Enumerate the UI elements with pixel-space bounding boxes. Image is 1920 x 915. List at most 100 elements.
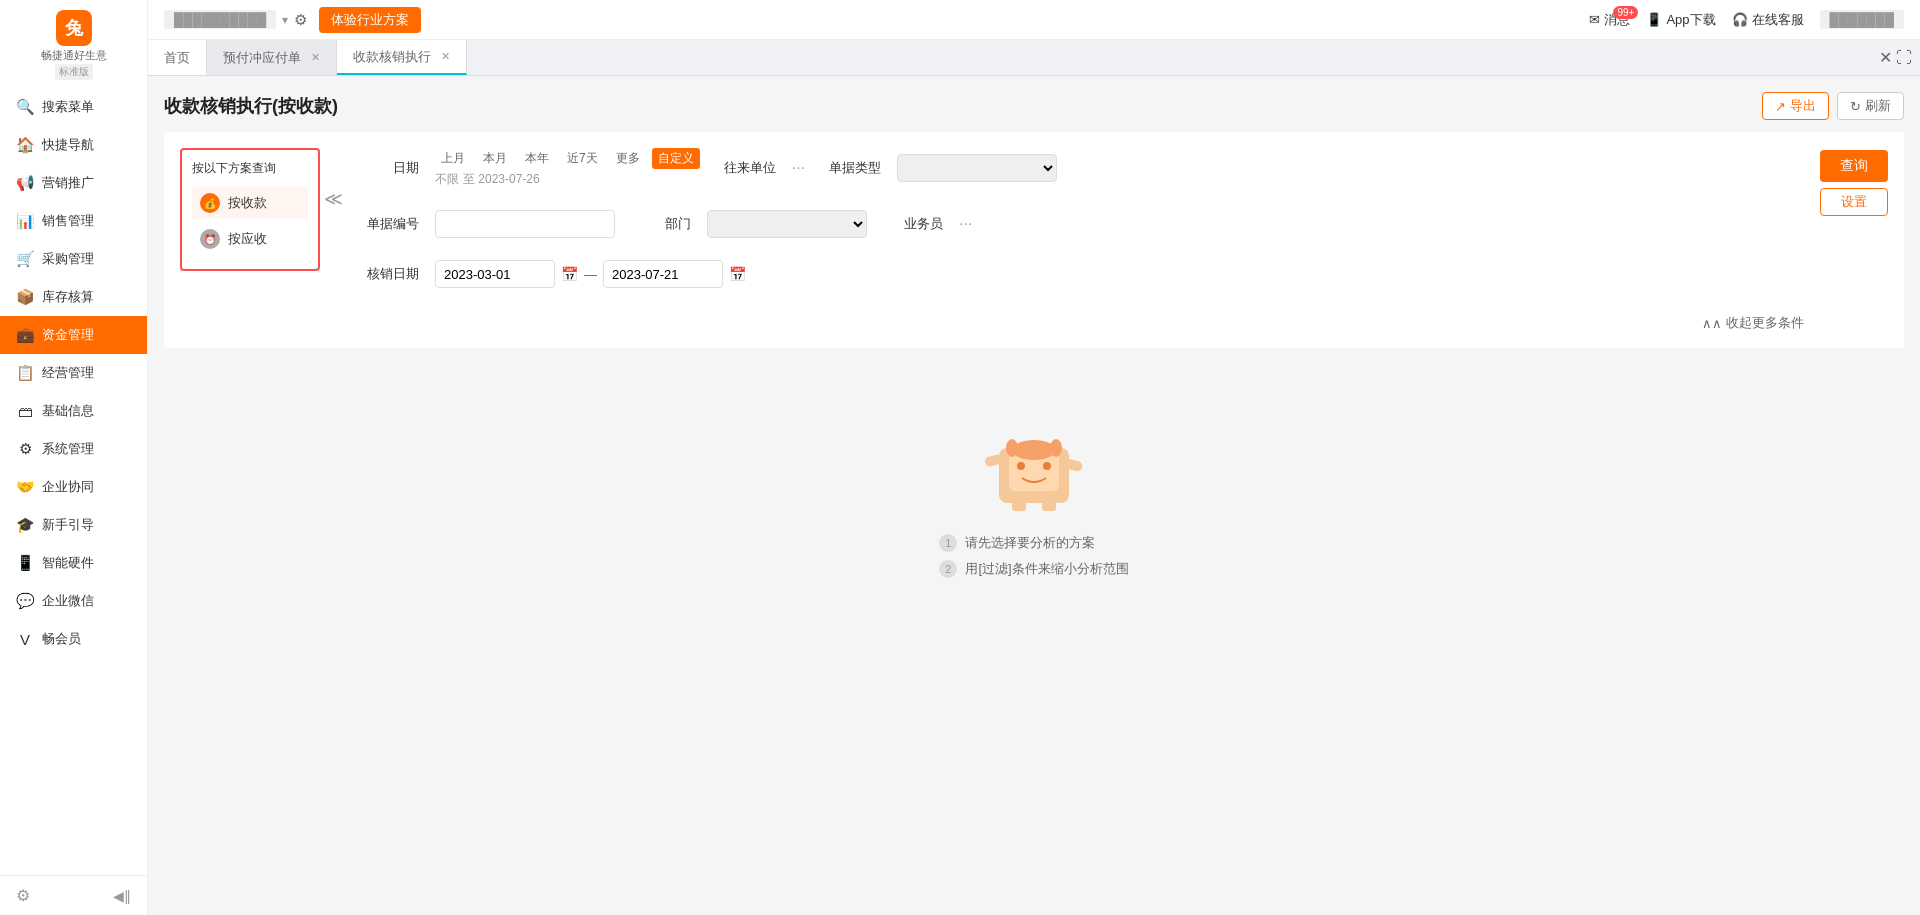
query-button[interactable]: 查询 — [1820, 150, 1888, 182]
nav-icon-inventory: 📦 — [16, 288, 34, 306]
empty-text-block: 1 请先选择要分析的方案 2 用[过滤]条件来缩小分析范围 — [939, 534, 1128, 578]
sidebar-item-smart-hw[interactable]: 📱智能硬件 — [0, 544, 147, 582]
topbar-arrow-icon[interactable]: ▾ — [282, 13, 288, 27]
tabbar: 首页 预付冲应付单 ✕ 收款核销执行 ✕ ✕ ⛶ — [148, 40, 1920, 76]
date-7days-btn[interactable]: 近7天 — [561, 148, 604, 169]
receipt-label: 按收款 — [228, 194, 267, 212]
topbar-message[interactable]: ✉ 消息 99+ — [1589, 11, 1630, 29]
sidebar-toggle-btn[interactable]: ≪ — [324, 188, 343, 210]
verify-date-end-calendar-icon[interactable]: 📅 — [729, 266, 746, 282]
verify-date-start-calendar-icon[interactable]: 📅 — [561, 266, 578, 282]
sidebar-item-finance[interactable]: 💼资金管理 — [0, 316, 147, 354]
sidebar-item-inventory[interactable]: 📦库存核算 — [0, 278, 147, 316]
filter-row-2: 单据编号 部门 业务员 ··· — [359, 210, 1804, 238]
tab-receipt-cancel[interactable]: 收款核销执行 ✕ — [337, 40, 467, 75]
sidebar-item-corp-collab[interactable]: 🤝 企业协同 — [0, 468, 147, 506]
nav-icon-wechat-work: 💬 — [16, 592, 34, 610]
collapse-more-btn[interactable]: ∧∧ 收起更多条件 — [1702, 314, 1804, 332]
export-button[interactable]: ↗ 导出 — [1762, 92, 1829, 120]
tab-receipt-close-icon[interactable]: ✕ — [441, 50, 450, 63]
dept-label: 部门 — [631, 215, 691, 233]
sidebar-item-search-menu[interactable]: 🔍搜索菜单 — [0, 88, 147, 126]
nav-icon-search-menu: 🔍 — [16, 98, 34, 116]
tab-expand-btn[interactable]: ⛶ — [1896, 49, 1912, 67]
tab-prepay[interactable]: 预付冲应付单 ✕ — [207, 40, 337, 75]
topbar: ██████████ ▾ ⚙ 体验行业方案 ✉ 消息 99+ 📱 App下载 🎧… — [148, 0, 1920, 40]
filter-by-receivable[interactable]: ⏰ 按应收 — [192, 223, 308, 255]
topbar-gear-icon[interactable]: ⚙ — [294, 11, 307, 29]
app-label: App下载 — [1666, 11, 1715, 29]
sidebar-item-wechat-work[interactable]: 💬 企业微信 — [0, 582, 147, 620]
receivable-label: 按应收 — [228, 230, 267, 248]
nav-icon-marketing: 📢 — [16, 174, 34, 192]
sidebar-item-sys-admin[interactable]: ⚙系统管理 — [0, 430, 147, 468]
sidebar-nav: 🔍搜索菜单🏠快捷导航📢营销推广📊销售管理🛒采购管理📦库存核算💼资金管理📋经营管理… — [0, 88, 147, 875]
topbar-online-service[interactable]: 🎧 在线客服 — [1732, 11, 1804, 29]
main-area: ██████████ ▾ ⚙ 体验行业方案 ✉ 消息 99+ 📱 App下载 🎧… — [148, 0, 1920, 915]
nav-label-sales: 销售管理 — [42, 212, 94, 230]
app-icon: 📱 — [1646, 12, 1662, 27]
sidebar-item-basic-info[interactable]: 🗃基础信息 — [0, 392, 147, 430]
page-header: 收款核销执行(按收款) ↗ 导出 ↻ 刷新 — [164, 92, 1904, 120]
staff-input[interactable]: ··· — [959, 215, 972, 233]
doc-no-input[interactable] — [435, 210, 615, 238]
nav-label-corp-collab: 企业协同 — [42, 478, 94, 496]
date-this-month-btn[interactable]: 本月 — [477, 148, 513, 169]
sidebar-item-purchase[interactable]: 🛒采购管理 — [0, 240, 147, 278]
export-icon: ↗ — [1775, 99, 1786, 114]
empty-illustration — [974, 408, 1094, 518]
sidebar-item-marketing[interactable]: 📢营销推广 — [0, 164, 147, 202]
date-to-label: 至 2023-07-26 — [463, 171, 540, 188]
empty-step-1: 1 请先选择要分析的方案 — [939, 534, 1128, 552]
app-logo: 兔 畅捷通好生意 标准版 — [0, 0, 147, 88]
sidebar-item-operation[interactable]: 📋经营管理 — [0, 354, 147, 392]
filter-by-receipt[interactable]: 💰 按收款 — [192, 187, 308, 219]
sidebar-item-vip[interactable]: V畅会员 — [0, 620, 147, 658]
staff-label: 业务员 — [883, 215, 943, 233]
page-title: 收款核销执行(按收款) — [164, 94, 338, 118]
tab-home[interactable]: 首页 — [148, 40, 207, 75]
sidebar-bottom: ⚙ ◀‖ — [0, 875, 147, 915]
sidebar-item-guide[interactable]: 🎓新手引导 — [0, 506, 147, 544]
sidebar-collapse-btn[interactable]: ◀‖ — [113, 888, 131, 904]
page-actions: ↗ 导出 ↻ 刷新 — [1762, 92, 1904, 120]
settings-icon[interactable]: ⚙ — [16, 886, 30, 905]
topbar-app-download[interactable]: 📱 App下载 — [1646, 11, 1715, 29]
counterpart-label: 往来单位 — [716, 159, 776, 177]
nav-label-basic-info: 基础信息 — [42, 402, 94, 420]
svg-rect-5 — [1042, 501, 1056, 511]
date-last-month-btn[interactable]: 上月 — [435, 148, 471, 169]
refresh-label: 刷新 — [1865, 97, 1891, 115]
dept-select[interactable] — [707, 210, 867, 238]
nav-icon-corp-collab: 🤝 — [16, 478, 34, 496]
receivable-icon: ⏰ — [200, 229, 220, 249]
filter-sidebar: 按以下方案查询 💰 按收款 ⏰ 按应收 — [180, 148, 320, 271]
date-this-year-btn[interactable]: 本年 — [519, 148, 555, 169]
topbar-user: ███████ — [1820, 10, 1904, 29]
svg-point-10 — [1050, 439, 1062, 457]
tab-close-all-btn[interactable]: ✕ — [1879, 48, 1892, 67]
filter-form: 日期 上月 本月 本年 近7天 更多 自定义 不限 至 2023-07-26 — [359, 148, 1804, 332]
svg-point-9 — [1006, 439, 1018, 457]
verify-date-range: 📅 — 📅 — [435, 260, 746, 288]
sidebar-item-quick-nav[interactable]: 🏠快捷导航 — [0, 126, 147, 164]
industry-plan-button[interactable]: 体验行业方案 — [319, 7, 421, 33]
filter-row-3: 核销日期 📅 — 📅 — [359, 260, 1804, 288]
doc-no-label: 单据编号 — [359, 215, 419, 233]
svg-rect-4 — [1012, 501, 1026, 511]
setting-button[interactable]: 设置 — [1820, 188, 1888, 216]
nav-icon-purchase: 🛒 — [16, 250, 34, 268]
date-more-btn[interactable]: 更多 — [610, 148, 646, 169]
date-custom-btn[interactable]: 自定义 — [652, 148, 700, 169]
collapse-row: ∧∧ 收起更多条件 — [359, 310, 1804, 332]
counterpart-input[interactable]: ··· — [792, 159, 805, 177]
refresh-button[interactable]: ↻ 刷新 — [1837, 92, 1904, 120]
tab-prepay-close-icon[interactable]: ✕ — [311, 51, 320, 64]
doc-type-select[interactable] — [897, 154, 1057, 182]
date-dash: — — [584, 267, 597, 282]
verify-date-end-input[interactable] — [603, 260, 723, 288]
verify-date-start-input[interactable] — [435, 260, 555, 288]
nav-label-wechat-work: 企业微信 — [42, 592, 94, 610]
sidebar-item-sales[interactable]: 📊销售管理 — [0, 202, 147, 240]
date-quick-group: 上月 本月 本年 近7天 更多 自定义 不限 至 2023-07-26 — [435, 148, 700, 188]
